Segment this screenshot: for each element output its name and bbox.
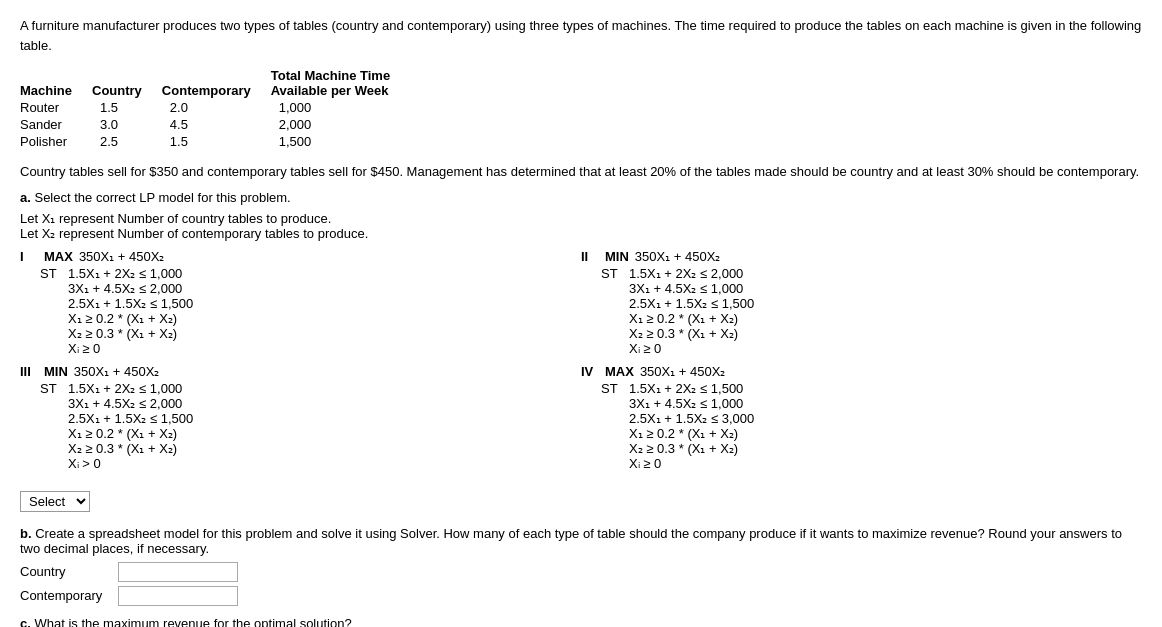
question-a-label: a. (20, 190, 31, 205)
obj-type: MIN (605, 249, 629, 264)
constraint-row: Xᵢ ≥ 0 (629, 456, 754, 471)
constraint-row: 1.5X₁ + 2X₂ ≤ 1,000 (68, 381, 193, 396)
constraint-row: 1.5X₁ + 2X₂ ≤ 1,500 (629, 381, 754, 396)
constraint-row: 2.5X₁ + 1.5X₂ ≤ 1,500 (68, 296, 193, 311)
question-c-label: c. (20, 616, 31, 628)
constraint-row: Xᵢ ≥ 0 (68, 341, 193, 356)
lp-model-III: III MIN 350X₁ + 450X₂ ST 1.5X₁ + 2X₂ ≤ 1,000… (20, 364, 581, 471)
constraint-row: 3X₁ + 4.5X₂ ≤ 2,000 (68, 396, 193, 411)
country-input[interactable] (118, 562, 238, 582)
obj-fn: 350X₁ + 450X₂ (79, 249, 165, 264)
question-a-text: Select the correct LP model for this pro… (34, 190, 290, 205)
constraints-list: 1.5X₁ + 2X₂ ≤ 1,0003X₁ + 4.5X₂ ≤ 2,0002.… (68, 381, 193, 471)
roman-numeral: I (20, 249, 38, 264)
constraint-row: X₂ ≥ 0.3 * (X₁ + X₂) (68, 441, 193, 456)
constraint-row: X₂ ≥ 0.3 * (X₁ + X₂) (629, 326, 754, 341)
constraint-row: Xᵢ > 0 (68, 456, 193, 471)
obj-fn: 350X₁ + 450X₂ (640, 364, 726, 379)
roman-numeral: II (581, 249, 599, 264)
lp-block-right: IIMIN350X₁ + 450X₂ST1.5X₁ + 2X₂ ≤ 2,0003… (581, 249, 1142, 479)
question-c-section: c. What is the maximum revenue for the o… (20, 616, 1142, 628)
constraint-row: 3X₁ + 4.5X₂ ≤ 1,000 (629, 396, 754, 411)
st-label: ST (40, 266, 64, 281)
contemporary-input[interactable] (118, 586, 238, 606)
col-header-country: Country (92, 67, 162, 99)
constraint-row: 2.5X₁ + 1.5X₂ ≤ 1,500 (68, 411, 193, 426)
obj-fn: 350X₁ + 450X₂ (74, 364, 160, 379)
constraints-list: 1.5X₁ + 2X₂ ≤ 1,5003X₁ + 4.5X₂ ≤ 1,0002.… (629, 381, 754, 471)
question-a-section: a. Select the correct LP model for this … (20, 190, 1142, 205)
col-header-total: Total Machine Time Available per Week (271, 67, 410, 99)
constraint-row: X₁ ≥ 0.2 * (X₁ + X₂) (629, 311, 754, 326)
table-cell: Sander (20, 116, 92, 133)
st-label: ST (601, 381, 625, 396)
constraint-row: X₂ ≥ 0.3 * (X₁ + X₂) (629, 441, 754, 456)
col-header-machine: Machine (20, 67, 92, 99)
country-label: Country (20, 564, 110, 579)
roman-numeral: IV (581, 364, 599, 379)
constraint-row: 1.5X₁ + 2X₂ ≤ 1,000 (68, 266, 193, 281)
note-text: Country tables sell for $350 and contemp… (20, 162, 1142, 182)
col-header-contemporary: Contemporary (162, 67, 271, 99)
st-label: ST (601, 266, 625, 281)
obj-type: MAX (605, 364, 634, 379)
question-c-text: What is the maximum revenue for the opti… (34, 616, 351, 628)
table-cell: 4.5 (162, 116, 271, 133)
table-cell: 1.5 (162, 133, 271, 150)
lp-block-left: IMAX350X₁ + 450X₂ST1.5X₁ + 2X₂ ≤ 1,0003X… (20, 249, 581, 479)
constraint-row: 3X₁ + 4.5X₂ ≤ 1,000 (629, 281, 754, 296)
select-wrapper[interactable]: SelectIIIIIIIV (20, 491, 90, 512)
constraint-row: 1.5X₁ + 2X₂ ≤ 2,000 (629, 266, 754, 281)
table-cell: 1,000 (271, 99, 410, 116)
obj-type: MIN (44, 364, 68, 379)
lp-model-I: I MAX 350X₁ + 450X₂ ST 1.5X₁ + 2X₂ ≤ 1,0003X… (20, 249, 581, 356)
table-cell: 2,000 (271, 116, 410, 133)
table-cell: Polisher (20, 133, 92, 150)
obj-fn: 350X₁ + 450X₂ (635, 249, 721, 264)
question-b-section: b. Create a spreadsheet model for this p… (20, 526, 1142, 606)
contemporary-label: Contemporary (20, 588, 110, 603)
constraints-list: 1.5X₁ + 2X₂ ≤ 1,0003X₁ + 4.5X₂ ≤ 2,0002.… (68, 266, 193, 356)
var-def-2: Let X₂ represent Number of contemporary … (20, 226, 1142, 241)
constraint-row: X₁ ≥ 0.2 * (X₁ + X₂) (68, 311, 193, 326)
constraint-row: 2.5X₁ + 1.5X₂ ≤ 1,500 (629, 296, 754, 311)
table-cell: 2.5 (92, 133, 162, 150)
table-cell: 1.5 (92, 99, 162, 116)
var-def-1: Let X₁ represent Number of country table… (20, 211, 1142, 226)
obj-type: MAX (44, 249, 73, 264)
var-definitions: Let X₁ represent Number of country table… (20, 211, 1142, 241)
table-cell: Router (20, 99, 92, 116)
lp-model-II: II MIN 350X₁ + 450X₂ ST 1.5X₁ + 2X₂ ≤ 2,0003… (581, 249, 1142, 356)
constraint-row: 2.5X₁ + 1.5X₂ ≤ 3,000 (629, 411, 754, 426)
table-cell: 1,500 (271, 133, 410, 150)
machine-table: Machine Country Contemporary Total Machi… (20, 67, 410, 150)
lp-models-area: IMAX350X₁ + 450X₂ST1.5X₁ + 2X₂ ≤ 1,0003X… (20, 249, 1142, 479)
contemporary-input-row: Contemporary (20, 586, 1142, 606)
constraint-row: X₁ ≥ 0.2 * (X₁ + X₂) (68, 426, 193, 441)
constraint-row: X₂ ≥ 0.3 * (X₁ + X₂) (68, 326, 193, 341)
country-input-row: Country (20, 562, 1142, 582)
constraint-row: X₁ ≥ 0.2 * (X₁ + X₂) (629, 426, 754, 441)
st-label: ST (40, 381, 64, 396)
model-select[interactable]: SelectIIIIIIIV (20, 491, 90, 512)
lp-model-IV: IV MAX 350X₁ + 450X₂ ST 1.5X₁ + 2X₂ ≤ 1,5003… (581, 364, 1142, 471)
question-b-text: Create a spreadsheet model for this prob… (20, 526, 1122, 556)
table-cell: 3.0 (92, 116, 162, 133)
table-cell: 2.0 (162, 99, 271, 116)
roman-numeral: III (20, 364, 38, 379)
constraint-row: 3X₁ + 4.5X₂ ≤ 2,000 (68, 281, 193, 296)
constraints-list: 1.5X₁ + 2X₂ ≤ 2,0003X₁ + 4.5X₂ ≤ 1,0002.… (629, 266, 754, 356)
intro-text: A furniture manufacturer produces two ty… (20, 16, 1142, 55)
constraint-row: Xᵢ ≥ 0 (629, 341, 754, 356)
question-b-label: b. (20, 526, 32, 541)
